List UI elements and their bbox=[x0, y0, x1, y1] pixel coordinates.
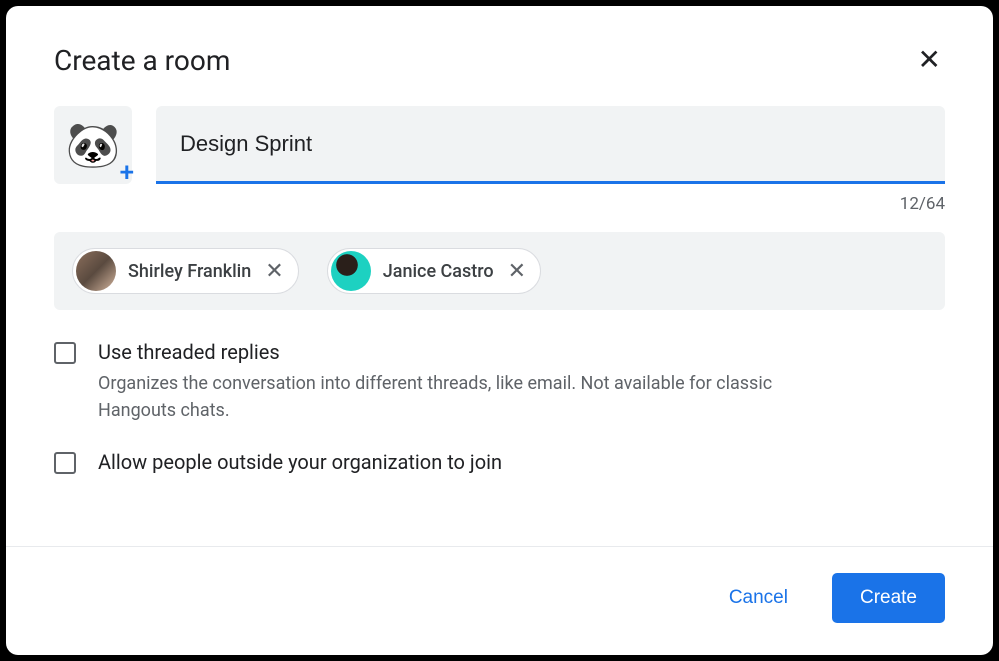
options: Use threaded replies Organizes the conve… bbox=[54, 340, 945, 506]
option-label: Allow people outside your organization t… bbox=[98, 450, 945, 474]
close-button[interactable]: ✕ bbox=[914, 42, 945, 78]
person-chip: Shirley Franklin ✕ bbox=[72, 248, 299, 294]
option-text: Allow people outside your organization t… bbox=[98, 450, 945, 480]
avatar bbox=[331, 251, 371, 291]
dialog-header: Create a room ✕ bbox=[54, 42, 945, 78]
dialog-footer: Cancel Create bbox=[54, 547, 945, 623]
option-external: Allow people outside your organization t… bbox=[54, 450, 945, 480]
option-threaded: Use threaded replies Organizes the conve… bbox=[54, 340, 945, 424]
avatar bbox=[76, 251, 116, 291]
room-name-input[interactable] bbox=[156, 106, 945, 184]
dialog-title: Create a room bbox=[54, 44, 230, 77]
people-box[interactable]: Shirley Franklin ✕ Janice Castro ✕ bbox=[54, 232, 945, 310]
threaded-checkbox[interactable] bbox=[54, 342, 76, 364]
room-avatar-picker[interactable]: 🐼 + bbox=[54, 106, 132, 184]
create-room-dialog: Create a room ✕ 🐼 + 12/64 Shirley Frankl… bbox=[6, 6, 993, 655]
close-icon: ✕ bbox=[265, 258, 283, 283]
close-icon: ✕ bbox=[508, 258, 526, 283]
char-counter: 12/64 bbox=[156, 194, 945, 214]
create-button[interactable]: Create bbox=[832, 573, 945, 623]
name-input-wrap: 12/64 bbox=[156, 106, 945, 214]
option-label: Use threaded replies bbox=[98, 340, 945, 364]
remove-person-button[interactable]: ✕ bbox=[263, 258, 285, 284]
cancel-button[interactable]: Cancel bbox=[701, 573, 816, 623]
person-name: Janice Castro bbox=[383, 261, 494, 282]
panda-icon: 🐼 bbox=[66, 123, 121, 167]
option-description: Organizes the conversation into differen… bbox=[98, 370, 818, 424]
person-chip: Janice Castro ✕ bbox=[327, 248, 541, 294]
external-checkbox[interactable] bbox=[54, 452, 76, 474]
person-name: Shirley Franklin bbox=[128, 261, 251, 282]
close-icon: ✕ bbox=[918, 44, 941, 75]
option-text: Use threaded replies Organizes the conve… bbox=[98, 340, 945, 424]
plus-icon: + bbox=[120, 160, 134, 186]
remove-person-button[interactable]: ✕ bbox=[506, 258, 528, 284]
name-row: 🐼 + 12/64 bbox=[54, 106, 945, 214]
